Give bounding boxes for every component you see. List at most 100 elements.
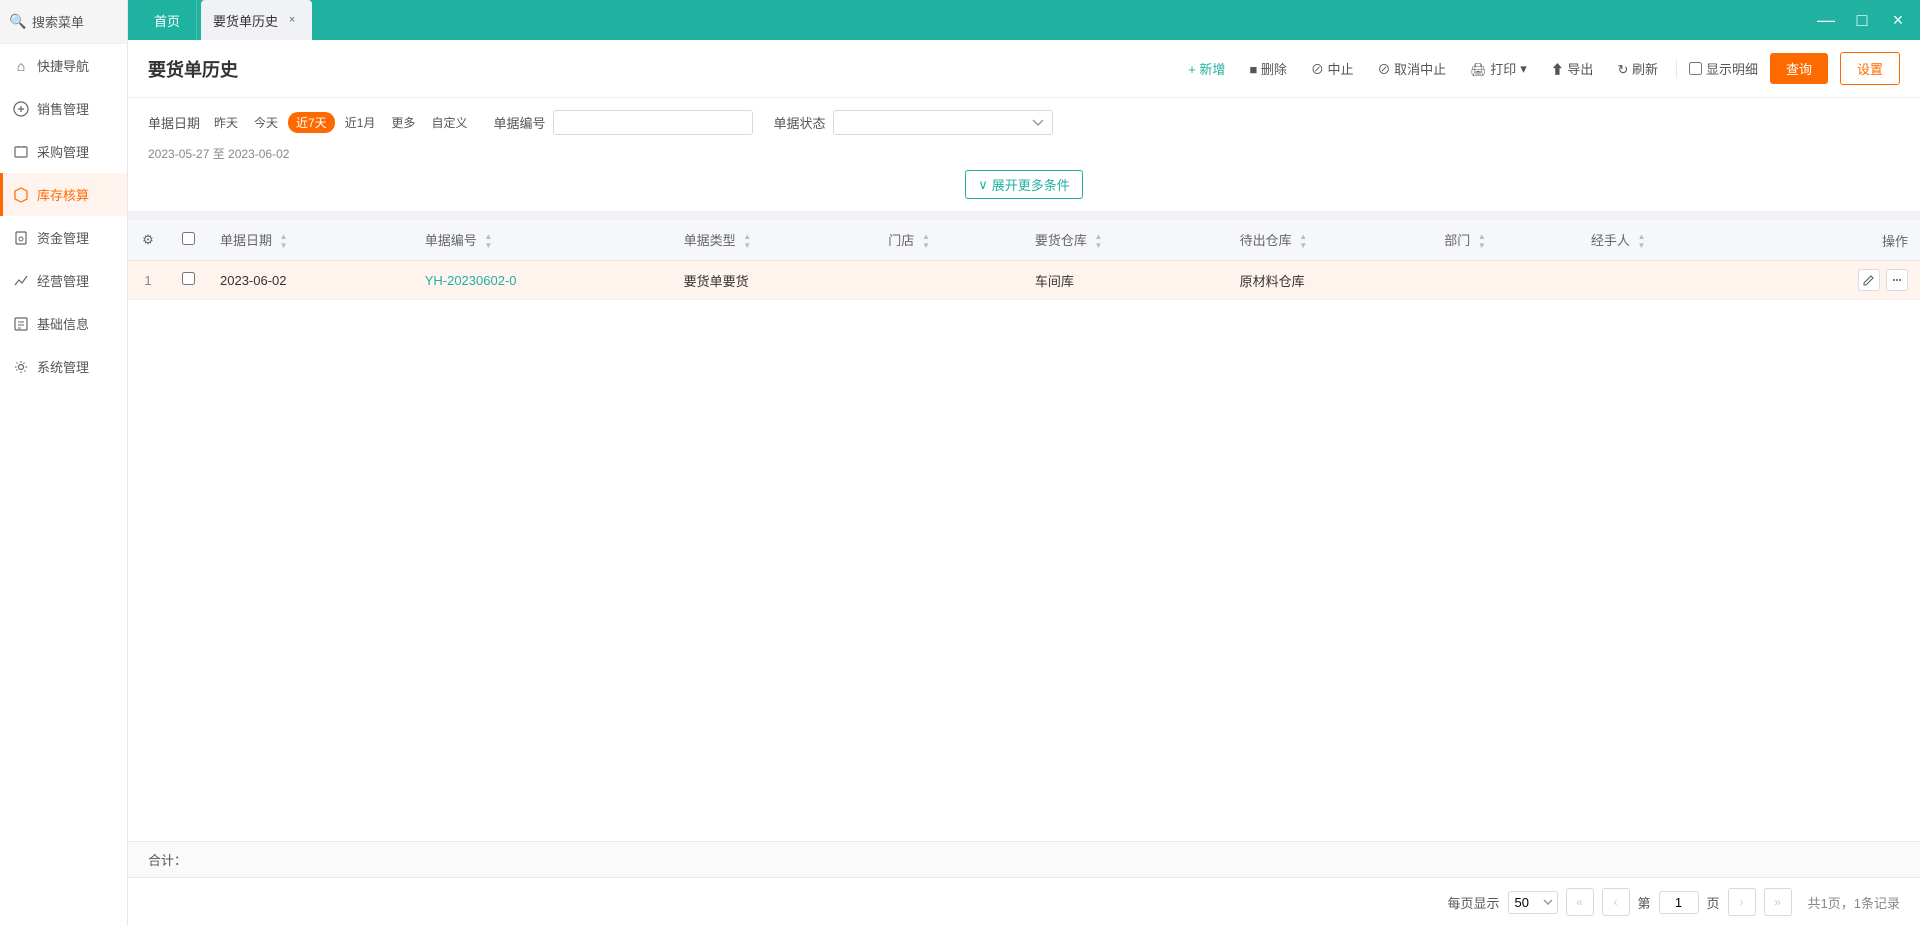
col-store: 门店 ▲▼: [876, 220, 1023, 261]
cell-doc-number: YH-20230602-0: [413, 261, 672, 300]
sort-icon-doc-number[interactable]: ▲▼: [484, 233, 492, 250]
select-all-checkbox[interactable]: [182, 232, 195, 245]
cell-doc-date: 2023-06-02: [208, 261, 413, 300]
new-button[interactable]: + 新增: [1182, 55, 1231, 82]
date-btn-yesterday[interactable]: 昨天: [208, 112, 244, 133]
sort-icon-handler[interactable]: ▲▼: [1638, 233, 1646, 250]
date-btn-today[interactable]: 今天: [248, 112, 284, 133]
tab-close-icon[interactable]: ×: [284, 12, 300, 28]
expand-more-btn[interactable]: ∨ 展开更多条件: [965, 170, 1083, 199]
sidebar-search-label: 搜索菜单: [32, 12, 84, 31]
export-button[interactable]: ⬆ 导出: [1545, 55, 1600, 82]
row-edit-icon[interactable]: [1858, 269, 1880, 291]
sort-icon-doc-date[interactable]: ▲▼: [280, 233, 288, 250]
docnumber-input[interactable]: [553, 110, 753, 135]
cell-doc-type: 要货单要货: [672, 261, 877, 300]
row-more-icon[interactable]: [1886, 269, 1908, 291]
col-doc-date: 单据日期 ▲▼: [208, 220, 413, 261]
toolbar-divider: [1676, 60, 1677, 78]
doc-number-link[interactable]: YH-20230602-0: [425, 273, 517, 288]
expand-more-label: 展开更多条件: [992, 175, 1070, 194]
refresh-button[interactable]: ↻ 刷新: [1611, 55, 1664, 82]
cell-handler: [1579, 261, 1755, 300]
page-input[interactable]: [1659, 891, 1699, 914]
sort-icon-department[interactable]: ▲▼: [1478, 233, 1486, 250]
date-btn-7days[interactable]: 近7天: [288, 112, 335, 133]
sort-icon-req-warehouse[interactable]: ▲▼: [1095, 233, 1103, 250]
print-button[interactable]: 🖨 打印 ▾: [1464, 55, 1533, 82]
sort-icon-doc-type[interactable]: ▲▼: [743, 233, 751, 250]
cell-department: [1432, 261, 1579, 300]
sidebar-search[interactable]: 🔍 搜索菜单: [0, 0, 127, 44]
show-detail-checkbox[interactable]: 显示明细: [1689, 59, 1758, 78]
first-page-btn[interactable]: «: [1566, 888, 1594, 916]
sidebar-item-inventory[interactable]: 库存核算: [0, 173, 127, 216]
cell-index: 1: [128, 261, 168, 300]
col-department: 部门 ▲▼: [1432, 220, 1579, 261]
filter-row-1: 单据日期 昨天 今天 近7天 近1月 更多 自定义 单据编号 单据状态: [148, 110, 1900, 135]
next-page-btn[interactable]: ›: [1728, 888, 1756, 916]
sidebar-item-label: 系统管理: [37, 357, 89, 376]
sidebar-item-label: 经营管理: [37, 271, 89, 290]
page-size-select[interactable]: 50 20 100 200: [1508, 891, 1558, 914]
sidebar-item-sys[interactable]: 系统管理: [0, 345, 127, 388]
window-close-btn[interactable]: ×: [1886, 8, 1910, 32]
col-settings[interactable]: ⚙: [128, 220, 168, 261]
date-btn-1month[interactable]: 近1月: [339, 112, 382, 133]
sidebar-item-purchase[interactable]: 采购管理: [0, 130, 127, 173]
inventory-icon: [13, 187, 29, 203]
date-btn-more[interactable]: 更多: [385, 112, 421, 133]
col-checkbox: [168, 220, 208, 261]
table-header: ⚙ 单据日期 ▲▼ 单据编号 ▲▼: [128, 220, 1920, 261]
prev-page-btn[interactable]: ‹: [1602, 888, 1630, 916]
sidebar-item-ops[interactable]: 经营管理: [0, 259, 127, 302]
print-dropdown-icon: ▾: [1520, 61, 1527, 77]
cell-checkbox: [168, 261, 208, 300]
table-row: 1 2023-06-02 YH-20230602-0 要货单要货 车间库: [128, 261, 1920, 300]
settings-button[interactable]: 设置: [1840, 52, 1900, 85]
delete-button[interactable]: ■ 删除: [1243, 55, 1292, 82]
stop-button[interactable]: ⊘ 中止: [1305, 55, 1360, 82]
tabs-bar: 首页 要货单历史 × — □ ×: [128, 0, 1920, 40]
sidebar-item-label: 资金管理: [37, 228, 89, 247]
col-pending-warehouse: 待出仓库 ▲▼: [1228, 220, 1433, 261]
window-minimize-btn[interactable]: —: [1814, 8, 1838, 32]
tab-home[interactable]: 首页: [138, 0, 197, 40]
sidebar-item-sales[interactable]: 销售管理: [0, 87, 127, 130]
data-table: ⚙ 单据日期 ▲▼ 单据编号 ▲▼: [128, 220, 1920, 300]
sidebar-item-finance[interactable]: 资金管理: [0, 216, 127, 259]
query-button[interactable]: 查询: [1770, 53, 1828, 84]
show-detail-label: 显示明细: [1706, 59, 1758, 78]
page-size-label: 每页显示: [1447, 893, 1499, 912]
sort-icon-store[interactable]: ▲▼: [922, 233, 930, 250]
sidebar-item-label: 采购管理: [37, 142, 89, 161]
row-actions: [1767, 269, 1909, 291]
date-btn-custom[interactable]: 自定义: [425, 112, 473, 133]
toolbar: + 新增 ■ 删除 ⊘ 中止 ⊘ 取消中止 🖨 打印 ▾ ⬆ 导出 ↻ 刷新 显…: [1182, 52, 1900, 85]
table-body: 1 2023-06-02 YH-20230602-0 要货单要货 车间库: [128, 261, 1920, 300]
docstatus-select[interactable]: [833, 110, 1053, 135]
cancel-stop-button[interactable]: ⊘ 取消中止: [1372, 55, 1453, 82]
page-title: 要货单历史: [148, 56, 238, 82]
show-detail-input[interactable]: [1689, 62, 1702, 75]
cell-pending-warehouse: 原材料仓库: [1228, 261, 1433, 300]
sidebar-item-label: 库存核算: [37, 185, 89, 204]
filter-date-item: 单据日期 昨天 今天 近7天 近1月 更多 自定义: [148, 112, 473, 133]
row-checkbox[interactable]: [182, 272, 195, 285]
purchase-icon: [13, 144, 29, 160]
home-icon: ⌂: [13, 58, 29, 74]
window-maximize-btn[interactable]: □: [1850, 8, 1874, 32]
last-page-btn[interactable]: »: [1764, 888, 1792, 916]
tab-active[interactable]: 要货单历史 ×: [201, 0, 312, 40]
col-doc-number: 单据编号 ▲▼: [413, 220, 672, 261]
table-settings-icon[interactable]: ⚙: [142, 232, 154, 247]
sidebar-item-baseinfo[interactable]: 基础信息: [0, 302, 127, 345]
total-info: 共1页，1条记录: [1808, 893, 1900, 912]
sort-icon-pending-warehouse[interactable]: ▲▼: [1299, 233, 1307, 250]
sidebar-item-label: 销售管理: [37, 99, 89, 118]
filter-docstatus-item: 单据状态: [773, 110, 1053, 135]
pagination: 每页显示 50 20 100 200 « ‹ 第 页 › » 共1页，1条记录: [128, 877, 1920, 926]
sidebar-item-quick-nav[interactable]: ⌂ 快捷导航: [0, 44, 127, 87]
cell-actions: [1755, 261, 1920, 300]
tabs-right-controls: — □ ×: [1814, 8, 1910, 32]
